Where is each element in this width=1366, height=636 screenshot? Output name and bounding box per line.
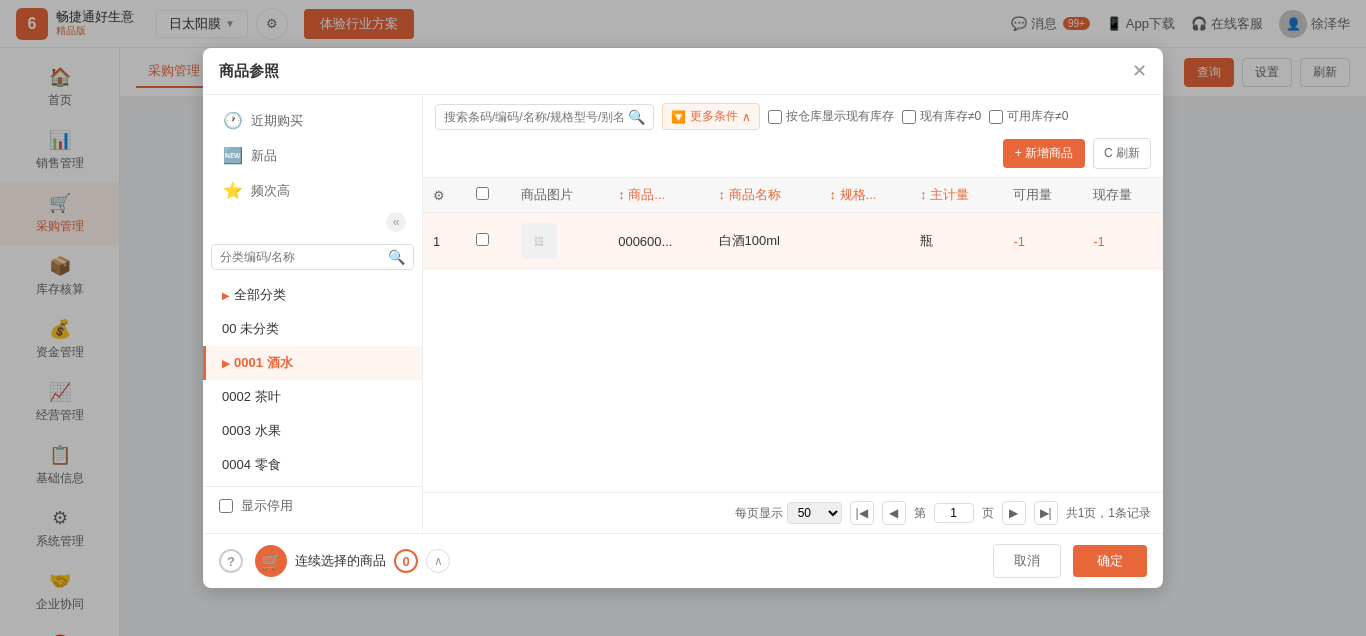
filter-arrow-icon: ∧ <box>742 110 751 124</box>
cart-area: 🛒 连续选择的商品 0 ∧ <box>255 545 981 577</box>
row-image: 🖼 <box>511 213 608 270</box>
col-unit[interactable]: ↕ 主计量 <box>910 178 1003 213</box>
prev-page-button[interactable]: ◀ <box>882 501 906 525</box>
row-select-checkbox[interactable] <box>476 233 489 246</box>
quick-item-new[interactable]: 🆕 新品 <box>211 138 414 173</box>
page-number-input[interactable] <box>934 503 974 523</box>
col-spec[interactable]: ↕ 规格... <box>820 178 911 213</box>
table-row[interactable]: 1 🖼 000600... 白酒100ml 瓶 <box>423 213 1163 270</box>
category-item-all[interactable]: ▶ 全部分类 <box>203 278 422 312</box>
col-settings: ⚙ <box>423 178 466 213</box>
category-item-00[interactable]: 00 未分类 <box>203 312 422 346</box>
product-search-input[interactable] <box>444 110 624 124</box>
cat-0001-arrow-icon: ▶ <box>222 358 230 369</box>
row-unit: 瓶 <box>910 213 1003 270</box>
col-image: 商品图片 <box>511 178 608 213</box>
product-search-icon[interactable]: 🔍 <box>628 109 645 125</box>
quick-access-section: 🕐 近期购买 🆕 新品 ⭐ 频次高 <box>203 103 422 208</box>
dialog-title: 商品参照 <box>219 62 279 81</box>
add-product-button[interactable]: + 新增商品 <box>1003 139 1085 168</box>
recent-icon: 🕐 <box>223 111 243 130</box>
more-filter-button[interactable]: 🔽 更多条件 ∧ <box>662 103 760 130</box>
last-page-button[interactable]: ▶| <box>1034 501 1058 525</box>
col-available: 可用量 <box>1003 178 1083 213</box>
warehouse-stock-checkbox[interactable] <box>768 110 782 124</box>
select-all-checkbox[interactable] <box>476 187 489 200</box>
dialog-close-button[interactable]: ✕ <box>1132 60 1147 82</box>
dialog-body: 🕐 近期购买 🆕 新品 ⭐ 频次高 « <box>203 95 1163 533</box>
available-stock-checkbox-group: 可用库存≠0 <box>989 108 1068 125</box>
category-item-0002[interactable]: 0002 茶叶 <box>203 380 422 414</box>
category-search-icon[interactable]: 🔍 <box>388 249 405 265</box>
dialog-footer: ? 🛒 连续选择的商品 0 ∧ 取消 确定 <box>203 533 1163 588</box>
filter-icon: 🔽 <box>671 110 686 124</box>
show-disabled-section: 显示停用 <box>203 486 422 525</box>
new-icon: 🆕 <box>223 146 243 165</box>
confirm-button[interactable]: 确定 <box>1073 545 1147 577</box>
cancel-button[interactable]: 取消 <box>993 544 1061 578</box>
cart-icon: 🛒 <box>255 545 287 577</box>
row-stock: -1 <box>1083 213 1163 270</box>
show-disabled-checkbox[interactable] <box>219 499 233 513</box>
category-list: ▶ 全部分类 00 未分类 ▶ 0001 酒水 0002 茶叶 0003 水果 <box>203 278 422 486</box>
current-stock-checkbox-group: 现有库存≠0 <box>902 108 981 125</box>
product-table: ⚙ 商品图片 ↕ 商品... ↕ 商品名称 ↕ 规格... ↕ 主计量 可用量 … <box>423 178 1163 492</box>
category-item-0001[interactable]: ▶ 0001 酒水 <box>203 346 422 380</box>
help-icon[interactable]: ? <box>219 549 243 573</box>
product-image-placeholder-icon: 🖼 <box>534 236 544 247</box>
quick-item-recent[interactable]: 🕐 近期购买 <box>211 103 414 138</box>
category-search-input[interactable] <box>220 250 388 264</box>
dialog-toolbar: 🔍 🔽 更多条件 ∧ 按仓库显示现有库存 现有库存≠0 <box>423 95 1163 178</box>
pagination: 每页显示 50 100 200 |◀ ◀ 第 页 ▶ ▶| 共1页，1条记录 <box>423 492 1163 533</box>
col-stock: 现存量 <box>1083 178 1163 213</box>
row-spec <box>820 213 911 270</box>
row-checkbox <box>466 213 511 270</box>
dialog-left-panel: 🕐 近期购买 🆕 新品 ⭐ 频次高 « <box>203 95 423 533</box>
dialog-header: 商品参照 ✕ <box>203 48 1163 95</box>
page-size-select[interactable]: 50 100 200 <box>787 502 842 524</box>
quick-item-frequent[interactable]: ⭐ 频次高 <box>211 173 414 208</box>
row-num: 1 <box>423 213 466 270</box>
page-size-section: 每页显示 50 100 200 <box>735 502 842 524</box>
warehouse-checkbox-group: 按仓库显示现有库存 <box>768 108 894 125</box>
refresh-product-button[interactable]: C 刷新 <box>1093 138 1151 169</box>
col-checkbox <box>466 178 511 213</box>
collapse-footer-button[interactable]: ∧ <box>426 549 450 573</box>
category-search-box: 🔍 <box>211 244 414 270</box>
cart-count-badge: 0 <box>394 549 418 573</box>
row-name: 白酒100ml <box>709 213 820 270</box>
collapse-left-panel-button[interactable]: « <box>386 212 406 232</box>
available-stock-checkbox[interactable] <box>989 110 1003 124</box>
category-item-0004[interactable]: 0004 零食 <box>203 448 422 482</box>
dialog-right-panel: 🔍 🔽 更多条件 ∧ 按仓库显示现有库存 现有库存≠0 <box>423 95 1163 533</box>
product-search-group: 🔍 <box>435 104 654 130</box>
product-reference-dialog: 商品参照 ✕ 🕐 近期购买 🆕 新品 ⭐ 频次高 <box>203 48 1163 588</box>
table-header-row: ⚙ 商品图片 ↕ 商品... ↕ 商品名称 ↕ 规格... ↕ 主计量 可用量 … <box>423 178 1163 213</box>
dialog-overlay: 商品参照 ✕ 🕐 近期购买 🆕 新品 ⭐ 频次高 <box>0 0 1366 636</box>
row-code: 000600... <box>608 213 708 270</box>
col-code[interactable]: ↕ 商品... <box>608 178 708 213</box>
row-available: -1 <box>1003 213 1083 270</box>
star-icon: ⭐ <box>223 181 243 200</box>
category-item-0003[interactable]: 0003 水果 <box>203 414 422 448</box>
cat-arrow-icon: ▶ <box>222 290 230 301</box>
first-page-button[interactable]: |◀ <box>850 501 874 525</box>
current-stock-checkbox[interactable] <box>902 110 916 124</box>
col-name[interactable]: ↕ 商品名称 <box>709 178 820 213</box>
next-page-button[interactable]: ▶ <box>1002 501 1026 525</box>
